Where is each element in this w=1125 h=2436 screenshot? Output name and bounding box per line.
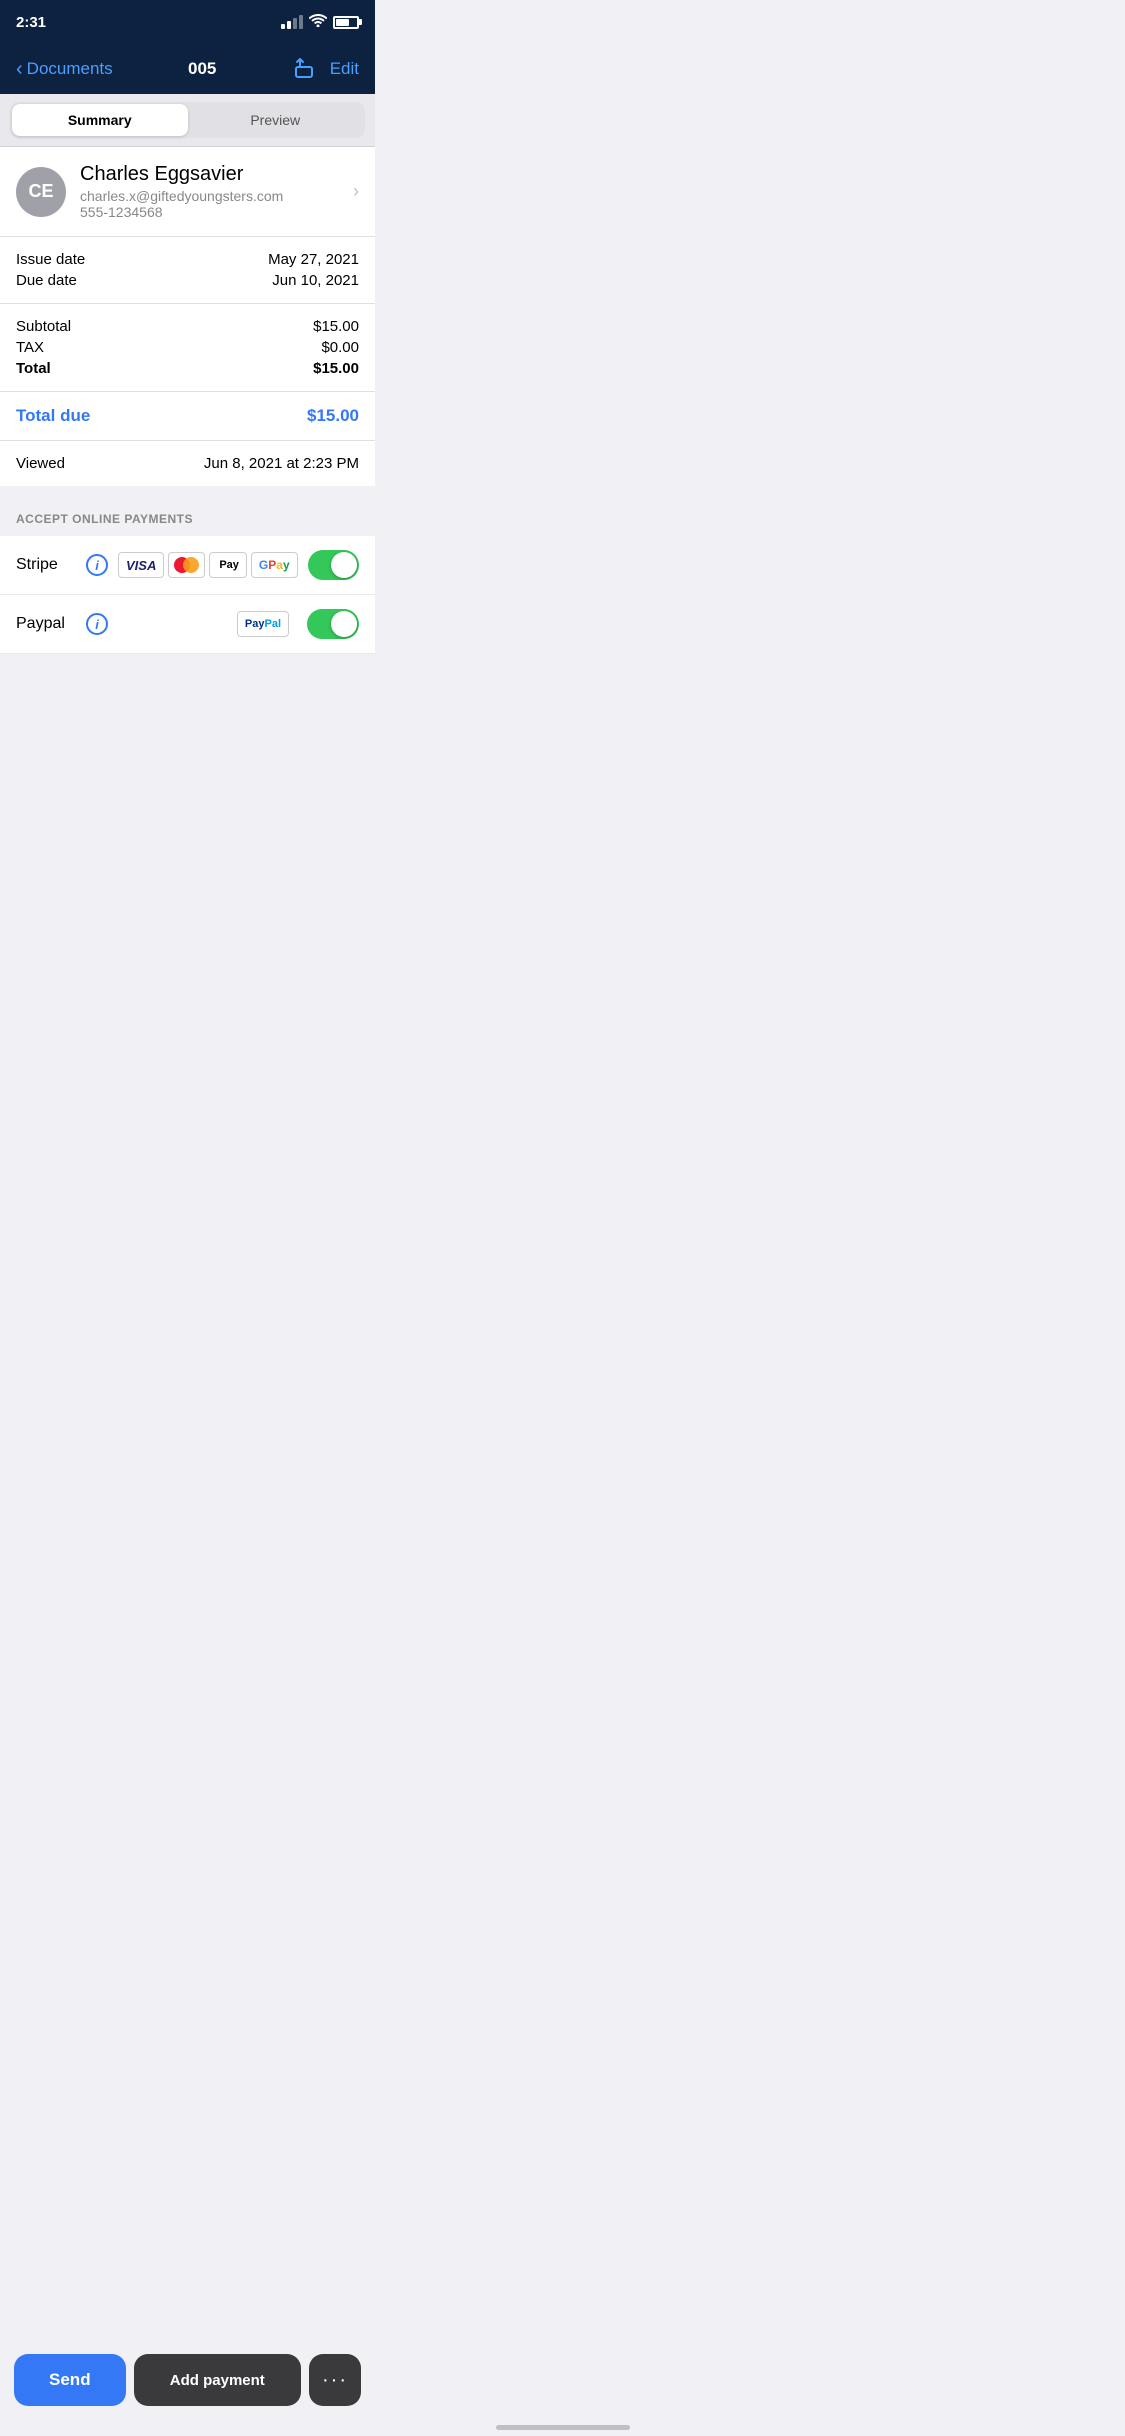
paypal-badge: PayPal — [237, 611, 289, 637]
subtotal-row: Subtotal $15.00 — [16, 318, 359, 335]
tab-summary[interactable]: Summary — [12, 104, 188, 136]
total-due-value: $15.00 — [307, 406, 359, 426]
paypal-info-button[interactable]: i — [86, 613, 108, 635]
status-bar: 2:31 — [0, 0, 375, 44]
subtotal-value: $15.00 — [313, 318, 359, 335]
viewed-section: Viewed Jun 8, 2021 at 2:23 PM — [0, 441, 375, 494]
stripe-toggle-knob — [331, 552, 357, 578]
due-date-row: Due date Jun 10, 2021 — [16, 272, 359, 289]
issue-date-value: May 27, 2021 — [268, 251, 359, 268]
applepay-badge: Pay — [209, 552, 247, 578]
due-date-label: Due date — [16, 272, 77, 289]
stripe-label: Stripe — [16, 556, 76, 574]
status-icons — [281, 14, 359, 30]
contact-email: charles.x@giftedyoungsters.com — [80, 188, 353, 204]
tax-label: TAX — [16, 339, 44, 356]
status-time: 2:31 — [16, 14, 46, 31]
share-button[interactable] — [292, 55, 316, 84]
total-value: $15.00 — [313, 360, 359, 377]
total-row: Total $15.00 — [16, 360, 359, 377]
stripe-toggle[interactable] — [308, 550, 359, 580]
issue-date-label: Issue date — [16, 251, 85, 268]
paypal-row: Paypal i PayPal — [0, 595, 375, 654]
contact-info: Charles Eggsavier charles.x@giftedyoungs… — [80, 163, 353, 220]
nav-bar: ‹ Documents 005 Edit — [0, 44, 375, 94]
more-button[interactable]: ··· — [309, 2354, 361, 2406]
avatar: CE — [16, 167, 66, 217]
nav-actions: Edit — [292, 55, 359, 84]
battery-icon — [333, 16, 359, 29]
back-label: Documents — [27, 59, 113, 79]
viewed-label: Viewed — [16, 455, 65, 472]
amounts-section: Subtotal $15.00 TAX $0.00 Total $15.00 — [0, 304, 375, 392]
paypal-toggle[interactable] — [307, 609, 359, 639]
tab-preview[interactable]: Preview — [188, 104, 364, 136]
total-label: Total — [16, 360, 51, 377]
signal-icon — [281, 15, 303, 29]
contact-phone: 555-1234568 — [80, 204, 353, 220]
contact-name: Charles Eggsavier — [80, 163, 353, 186]
due-date-value: Jun 10, 2021 — [272, 272, 359, 289]
payments-header: ACCEPT ONLINE PAYMENTS — [0, 494, 375, 536]
paypal-label: Paypal — [16, 615, 76, 633]
back-chevron-icon: ‹ — [16, 58, 23, 81]
main-content: CE Charles Eggsavier charles.x@giftedyou… — [0, 147, 375, 494]
mastercard-badge — [168, 552, 205, 578]
contact-chevron-icon: › — [353, 181, 359, 202]
segment-control: Summary Preview — [10, 102, 365, 138]
visa-badge: VISA — [118, 552, 164, 578]
total-due-section: Total due $15.00 — [0, 392, 375, 441]
send-button[interactable]: Send — [14, 2354, 126, 2406]
bottom-bar: Send Add payment ··· — [0, 2344, 375, 2436]
back-button[interactable]: ‹ Documents — [16, 58, 113, 81]
segment-container: Summary Preview — [0, 94, 375, 147]
issue-date-row: Issue date May 27, 2021 — [16, 251, 359, 268]
stripe-info-button[interactable]: i — [86, 554, 108, 576]
nav-title: 005 — [188, 59, 216, 79]
wifi-icon — [309, 14, 327, 30]
contact-row[interactable]: CE Charles Eggsavier charles.x@giftedyou… — [0, 147, 375, 237]
payments-section-header: ACCEPT ONLINE PAYMENTS — [16, 512, 193, 526]
stripe-row: Stripe i VISA Pay GPay — [0, 536, 375, 595]
home-indicator — [496, 2425, 630, 2430]
stripe-badges: VISA Pay GPay — [118, 552, 298, 578]
gpay-badge: GPay — [251, 552, 298, 578]
viewed-value: Jun 8, 2021 at 2:23 PM — [204, 455, 359, 472]
dates-section: Issue date May 27, 2021 Due date Jun 10,… — [0, 237, 375, 304]
edit-button[interactable]: Edit — [330, 59, 359, 79]
subtotal-label: Subtotal — [16, 318, 71, 335]
tax-row: TAX $0.00 — [16, 339, 359, 356]
paypal-toggle-knob — [331, 611, 357, 637]
tax-value: $0.00 — [321, 339, 359, 356]
add-payment-button[interactable]: Add payment — [134, 2354, 301, 2406]
bottom-spacer — [0, 654, 375, 774]
payments-section: ACCEPT ONLINE PAYMENTS Stripe i VISA Pay… — [0, 494, 375, 654]
total-due-label: Total due — [16, 406, 90, 426]
